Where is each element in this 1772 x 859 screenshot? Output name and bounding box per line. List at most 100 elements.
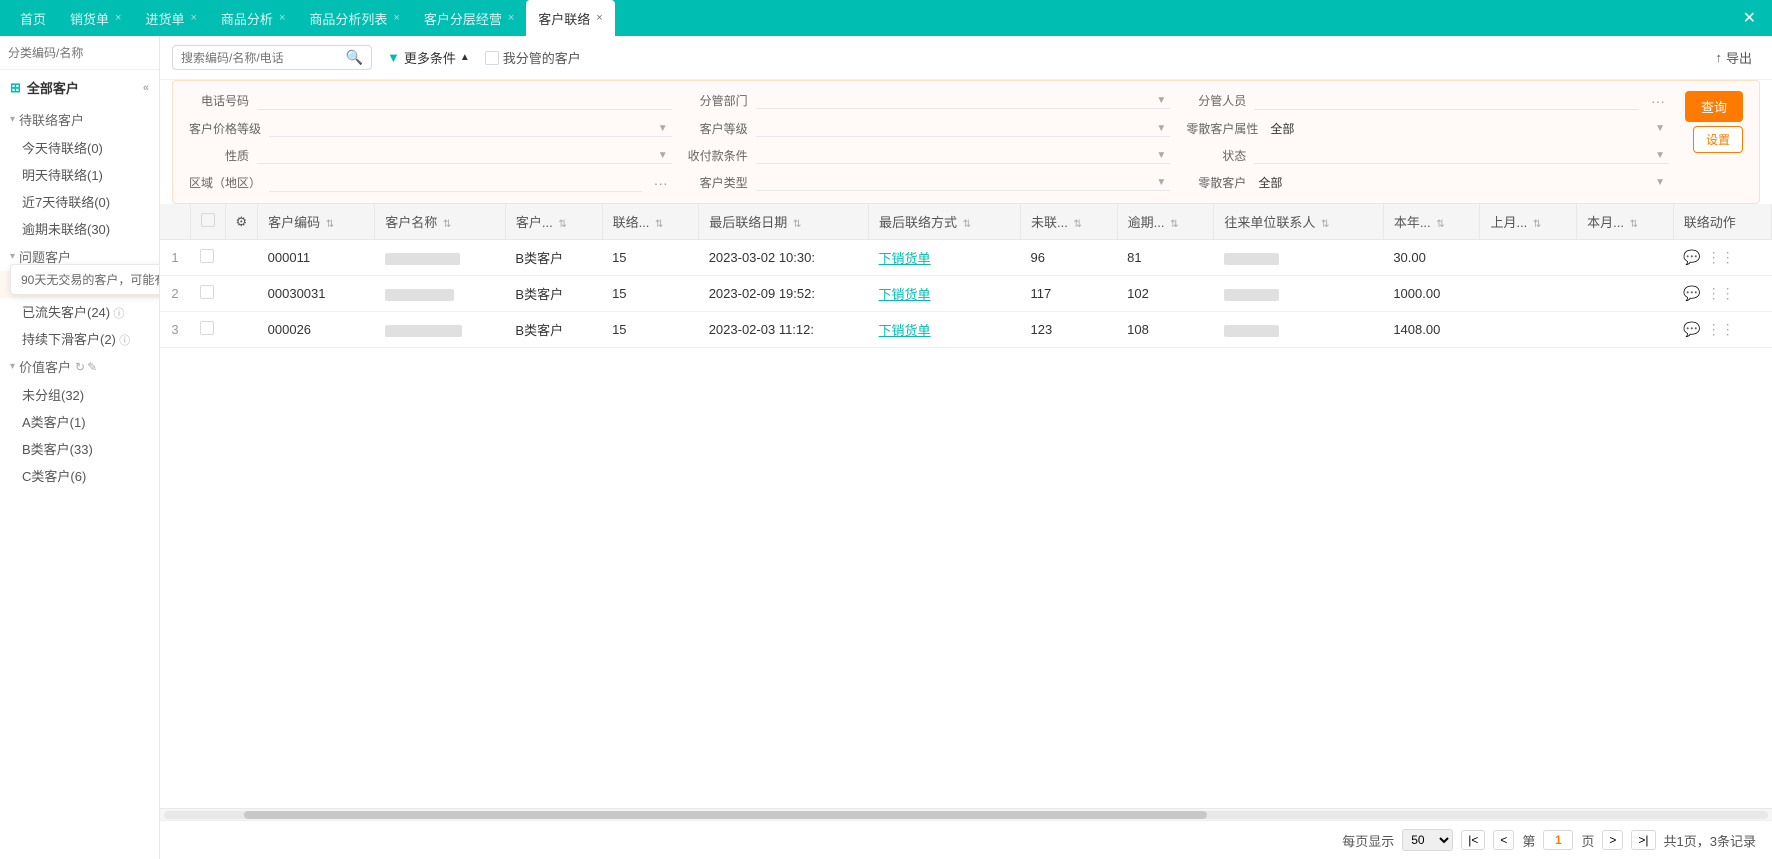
- filter-status-select[interactable]: ▼: [1254, 148, 1669, 164]
- sort-icon-month[interactable]: ⇅: [1630, 219, 1638, 230]
- filter-dept-select[interactable]: ▼: [756, 93, 1171, 109]
- sidebar-item-unclassified[interactable]: 未分组(32): [0, 381, 159, 408]
- more-conditions-btn[interactable]: ▼ 更多条件 ▲: [380, 44, 477, 71]
- th-last-contact-date: 最后联络日期 ⇅: [699, 204, 869, 240]
- sidebar-item-class-a[interactable]: A类客户(1): [0, 408, 159, 435]
- sidebar-search-input[interactable]: [8, 46, 160, 60]
- tab-customer-contact[interactable]: 客户联络 ×: [526, 0, 614, 36]
- filter-retail-select[interactable]: ▼: [1651, 175, 1669, 190]
- tab-product-list[interactable]: 商品分析列表 ×: [297, 0, 411, 36]
- contact-method-link[interactable]: 下销货单: [879, 251, 931, 266]
- row-last-month: [1480, 312, 1577, 348]
- tab-customer-tier-close[interactable]: ×: [508, 12, 514, 24]
- sort-icon-overdue[interactable]: ⇅: [1170, 219, 1178, 230]
- page-number-input[interactable]: [1543, 830, 1573, 850]
- my-customers-checkbox-wrap[interactable]: 我分管的客户: [485, 48, 581, 67]
- sidebar-item-tomorrow[interactable]: 明天待联络(1): [0, 161, 159, 188]
- filter-scattered-attr-select[interactable]: ▼: [1651, 121, 1669, 136]
- filter-price-tier-select[interactable]: ▼: [269, 121, 672, 137]
- row-checkbox[interactable]: [200, 249, 214, 263]
- filter-region-more[interactable]: ···: [650, 175, 672, 191]
- sort-icon-unit[interactable]: ⇅: [1321, 219, 1329, 230]
- my-customers-checkbox[interactable]: [485, 51, 499, 65]
- action-more-icon[interactable]: ⋮⋮: [1707, 285, 1735, 302]
- action-chat-icon[interactable]: 💬: [1683, 249, 1700, 266]
- sort-icon-contact[interactable]: ⇅: [655, 219, 663, 230]
- th-gear[interactable]: ⚙: [225, 204, 258, 240]
- scrollbar-thumb[interactable]: [244, 811, 1206, 819]
- row-no-contact: 96: [1021, 240, 1118, 276]
- action-more-icon[interactable]: ⋮⋮: [1707, 321, 1735, 338]
- prev-page-btn[interactable]: <: [1493, 830, 1514, 850]
- next-page-btn[interactable]: >: [1602, 830, 1623, 850]
- sort-icon-date[interactable]: ⇅: [793, 219, 801, 230]
- contact-method-link[interactable]: 下销货单: [879, 287, 931, 302]
- section-pending-contact[interactable]: ▾ 待联络客户: [0, 105, 159, 134]
- sidebar-item-today[interactable]: 今天待联络(0): [0, 134, 159, 161]
- sidebar-item-overdue[interactable]: 逾期未联络(30): [0, 215, 159, 242]
- select-all-checkbox[interactable]: [201, 213, 215, 227]
- row-overdue: 102: [1117, 276, 1214, 312]
- tab-product-list-close[interactable]: ×: [393, 12, 399, 24]
- value-customers-edit[interactable]: ✎: [87, 360, 97, 374]
- tab-product-analysis-close[interactable]: ×: [279, 12, 285, 24]
- filter-customer-type-select[interactable]: ▼: [756, 175, 1171, 191]
- sidebar-item-declining[interactable]: 持续下滑客户(2) ⓘ: [0, 325, 159, 352]
- filter-customer-tier-select[interactable]: ▼: [756, 121, 1171, 137]
- filter-payment-select[interactable]: ▼: [756, 148, 1171, 164]
- tab-sales-close[interactable]: ×: [115, 12, 121, 24]
- filter-phone-input[interactable]: [257, 91, 672, 110]
- sort-icon-no-contact[interactable]: ⇅: [1074, 219, 1082, 230]
- tab-home[interactable]: 首页: [8, 0, 58, 36]
- horizontal-scrollbar[interactable]: [160, 808, 1772, 820]
- sidebar-item-class-b[interactable]: B类客户(33): [0, 435, 159, 462]
- filter-manager-more[interactable]: ···: [1647, 93, 1669, 109]
- sidebar-item-7days[interactable]: 近7天待联络(0): [0, 188, 159, 215]
- sort-icon-lmonth[interactable]: ⇅: [1533, 219, 1541, 230]
- last-page-btn[interactable]: >|: [1631, 830, 1655, 850]
- settings-btn[interactable]: 设置: [1693, 126, 1743, 153]
- section-lost-customers[interactable]: ▾ 问题客户 90天无交易的客户，可能有流失风险。: [0, 242, 159, 271]
- sort-icon-method[interactable]: ⇅: [963, 219, 971, 230]
- th-index: [160, 204, 190, 240]
- filter-nature-select[interactable]: ▼: [257, 148, 672, 164]
- tab-sales[interactable]: 销货单 ×: [58, 0, 133, 36]
- tab-customer-tier[interactable]: 客户分层经营 ×: [412, 0, 526, 36]
- action-chat-icon[interactable]: 💬: [1683, 285, 1700, 302]
- value-customers-refresh[interactable]: ↻: [75, 360, 85, 374]
- contact-method-link[interactable]: 下销货单: [879, 323, 931, 338]
- export-btn[interactable]: ↑ 导出: [1707, 45, 1760, 70]
- row-index: 1: [160, 240, 190, 276]
- all-customers-title[interactable]: ⊞ 全部客户 «: [0, 70, 159, 105]
- action-chat-icon[interactable]: 💬: [1683, 321, 1700, 338]
- section-value-customers[interactable]: ▾ 价值客户 ↻ ✎: [0, 352, 159, 381]
- tab-purchase[interactable]: 进货单 ×: [133, 0, 208, 36]
- filter-payment-label: 收付款条件: [688, 147, 748, 164]
- row-last-contact-method[interactable]: 下销货单: [869, 276, 1021, 312]
- action-more-icon[interactable]: ⋮⋮: [1707, 249, 1735, 266]
- first-page-btn[interactable]: |<: [1461, 830, 1485, 850]
- global-close-btn[interactable]: ✕: [1735, 8, 1764, 28]
- per-page-select[interactable]: 50 100: [1402, 829, 1453, 851]
- filter-region-input[interactable]: [269, 173, 642, 192]
- row-last-contact-method[interactable]: 下销货单: [869, 312, 1021, 348]
- row-last-contact-date: 2023-02-03 11:12:: [699, 312, 869, 348]
- sort-icon-type[interactable]: ⇅: [558, 219, 566, 230]
- row-last-month: [1480, 276, 1577, 312]
- filter-status: 状态 ▼: [1186, 147, 1669, 164]
- sidebar-item-already-lost[interactable]: 已流失客户(24) ⓘ: [0, 298, 159, 325]
- tab-customer-contact-close[interactable]: ×: [596, 12, 602, 24]
- sidebar-item-class-c[interactable]: C类客户(6): [0, 462, 159, 489]
- query-btn[interactable]: 查询: [1685, 91, 1743, 122]
- collapse-sidebar-btn[interactable]: «: [143, 82, 149, 94]
- sort-icon-year[interactable]: ⇅: [1436, 219, 1444, 230]
- tab-purchase-close[interactable]: ×: [190, 12, 196, 24]
- tab-product-analysis[interactable]: 商品分析 ×: [209, 0, 297, 36]
- toolbar-search-input[interactable]: [181, 51, 346, 65]
- sort-icon-code[interactable]: ⇅: [326, 219, 334, 230]
- row-checkbox[interactable]: [200, 321, 214, 335]
- sort-icon-name[interactable]: ⇅: [443, 219, 451, 230]
- row-last-contact-method[interactable]: 下销货单: [869, 240, 1021, 276]
- row-checkbox[interactable]: [200, 285, 214, 299]
- filter-manager-input[interactable]: [1254, 91, 1639, 110]
